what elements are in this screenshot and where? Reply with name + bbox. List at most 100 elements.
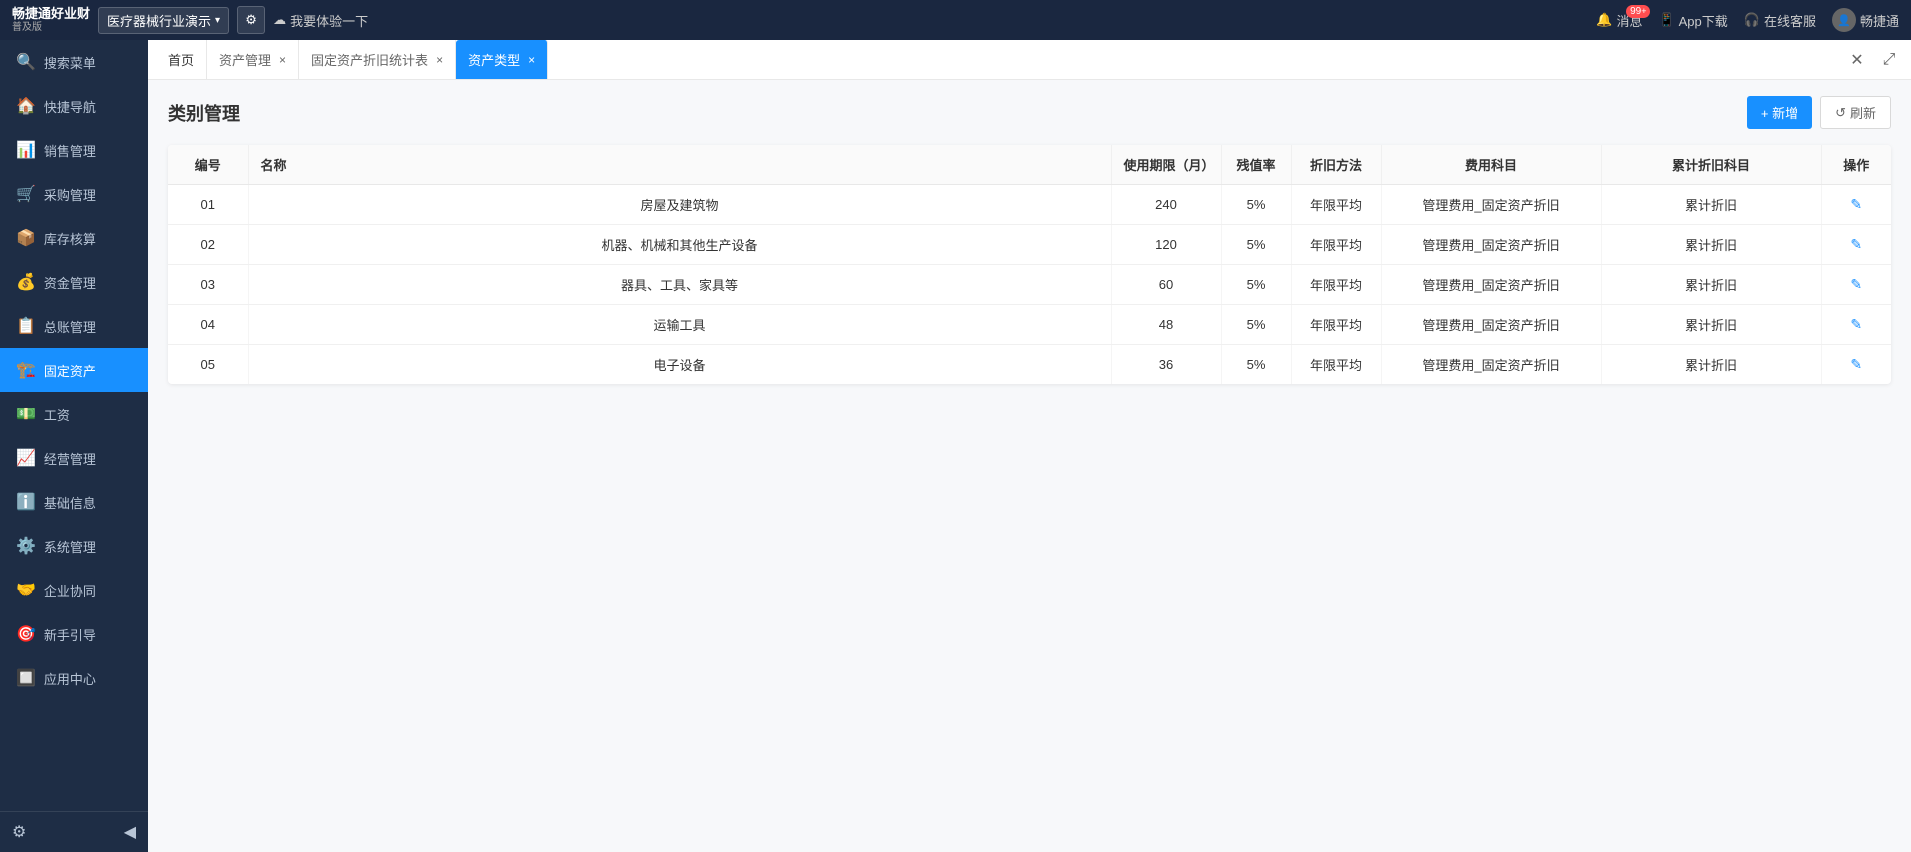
cell-months-2: 60 [1111,265,1221,305]
company-selector[interactable]: 医疗器械行业演示 ▾ [98,7,229,34]
cell-rate-0: 5% [1221,185,1291,225]
user-menu-btn[interactable]: 👤 畅捷通 [1832,8,1899,32]
sidebar-item-quick-nav[interactable]: 🏠 快捷导航 [0,84,148,128]
top-bar-left: 畅捷通好业财 普及版 医疗器械行业演示 ▾ ⚙ ☁ 我要体验一下 [12,6,368,34]
cell-expense-4: 管理费用_固定资产折旧 [1381,345,1601,385]
page-header: 类别管理 + 新增 ↺ 刷新 [168,96,1891,129]
sidebar-item-label: 快捷导航 [44,97,96,116]
customer-service-btn[interactable]: 🎧 在线客服 [1744,11,1816,30]
table-row: 04 运输工具 48 5% 年限平均 管理费用_固定资产折旧 累计折旧 ✎ [168,305,1891,345]
sidebar-item-label: 经营管理 [44,449,96,468]
col-header-method: 折旧方法 [1291,145,1381,185]
chevron-down-icon: ▾ [215,15,220,26]
tab-home-label: 首页 [168,50,194,69]
tab-controls: ✕ ⤢ [1843,46,1903,74]
notifications-btn[interactable]: 🔔 消息 99+ [1596,11,1642,30]
sidebar-item-label: 企业协同 [44,581,96,600]
col-header-action: 操作 [1821,145,1891,185]
tutorial-icon: 🎯 [16,624,36,644]
edit-icon[interactable]: ✎ [1850,196,1862,212]
sidebar-item-sales[interactable]: 📊 销售管理 [0,128,148,172]
cell-action-1[interactable]: ✎ [1821,225,1891,265]
sidebar-item-inventory[interactable]: 📦 库存核算 [0,216,148,260]
cell-action-3[interactable]: ✎ [1821,305,1891,345]
sidebar-item-tutorial[interactable]: 🎯 新手引导 [0,612,148,656]
tab-asset-management[interactable]: 资产管理 × [207,40,299,79]
tab-close-icon[interactable]: × [436,53,443,67]
bell-icon: 🔔 [1596,12,1612,28]
tab-asset-management-label: 资产管理 [219,50,271,69]
refresh-label: 刷新 [1850,103,1876,122]
sidebar-item-operations[interactable]: 📈 经营管理 [0,436,148,480]
brand-name: 畅捷通好业财 [12,6,90,22]
cell-accum-2: 累计折旧 [1601,265,1821,305]
col-header-expense: 费用科目 [1381,145,1601,185]
cell-code-2: 03 [168,265,248,305]
sidebar-item-purchase[interactable]: 🛒 采购管理 [0,172,148,216]
tab-asset-type[interactable]: 资产类型 × [456,40,548,79]
new-button[interactable]: + 新增 [1747,96,1812,129]
edit-icon[interactable]: ✎ [1850,276,1862,292]
cell-rate-2: 5% [1221,265,1291,305]
sidebar-item-ledger[interactable]: 📋 总账管理 [0,304,148,348]
asset-type-table: 编号 名称 使用期限（月） 残值率 折旧方法 费用科目 累计折旧科目 操作 01… [168,145,1891,384]
sidebar-item-label: 基础信息 [44,493,96,512]
gear-icon: ⚙ [245,12,257,28]
tab-close-all-btn[interactable]: ✕ [1843,46,1871,74]
sidebar-item-app-center[interactable]: 🔲 应用中心 [0,656,148,700]
edit-icon[interactable]: ✎ [1850,316,1862,332]
sidebar-item-label: 应用中心 [44,669,96,688]
top-bar-right: 🔔 消息 99+ 📱 App下载 🎧 在线客服 👤 畅捷通 [1596,8,1899,32]
sidebar-bottom: ⚙ ◀ [0,811,148,852]
tab-depreciation-table[interactable]: 固定资产折旧统计表 × [299,40,456,79]
tab-home[interactable]: 首页 [156,40,207,79]
data-table: 编号 名称 使用期限（月） 残值率 折旧方法 费用科目 累计折旧科目 操作 01… [168,145,1891,384]
sidebar-item-label: 销售管理 [44,141,96,160]
cell-code-0: 01 [168,185,248,225]
sidebar-item-search[interactable]: 🔍 搜索菜单 [0,40,148,84]
experience-label: 我要体验一下 [290,11,368,30]
sidebar-item-system[interactable]: ⚙️ 系统管理 [0,524,148,568]
app-download-btn[interactable]: 📱 App下载 [1658,11,1727,30]
cell-code-1: 02 [168,225,248,265]
app-download-label: App下载 [1679,11,1728,30]
cell-action-0[interactable]: ✎ [1821,185,1891,225]
cell-name-4: 电子设备 [248,345,1111,385]
brand-sub: 普及版 [12,22,90,34]
sidebar-item-label: 系统管理 [44,537,96,556]
experience-button[interactable]: ☁ 我要体验一下 [273,11,368,30]
cell-months-3: 48 [1111,305,1221,345]
headset-icon: 🎧 [1744,12,1760,28]
page-content: 类别管理 + 新增 ↺ 刷新 编号 名称 使用期限（月） [148,80,1911,852]
sidebar-item-collaboration[interactable]: 🤝 企业协同 [0,568,148,612]
collapse-icon[interactable]: ◀ [124,822,136,842]
cell-action-2[interactable]: ✎ [1821,265,1891,305]
sidebar-item-base-info[interactable]: ℹ️ 基础信息 [0,480,148,524]
assets-icon: 🏗️ [16,360,36,380]
edit-icon[interactable]: ✎ [1850,356,1862,372]
sidebar-item-label: 资金管理 [44,273,96,292]
sidebar-item-fixed-assets[interactable]: 🏗️ 固定资产 [0,348,148,392]
page-title: 类别管理 [168,100,240,126]
cell-action-4[interactable]: ✎ [1821,345,1891,385]
edit-icon[interactable]: ✎ [1850,236,1862,252]
tab-close-icon[interactable]: × [528,53,535,67]
sidebar-item-payroll[interactable]: 💵 工资 [0,392,148,436]
tab-depreciation-label: 固定资产折旧统计表 [311,50,428,69]
settings-icon-btn[interactable]: ⚙ [237,6,265,34]
cell-rate-3: 5% [1221,305,1291,345]
sidebar-item-finance[interactable]: 💰 资金管理 [0,260,148,304]
col-header-accum: 累计折旧科目 [1601,145,1821,185]
tab-expand-btn[interactable]: ⤢ [1875,46,1903,74]
sidebar-item-label: 搜索菜单 [44,53,96,72]
cell-accum-3: 累计折旧 [1601,305,1821,345]
cell-rate-1: 5% [1221,225,1291,265]
col-header-code: 编号 [168,145,248,185]
refresh-button[interactable]: ↺ 刷新 [1820,96,1891,129]
table-row: 02 机器、机械和其他生产设备 120 5% 年限平均 管理费用_固定资产折旧 … [168,225,1891,265]
cloud-icon: ☁ [273,12,286,28]
settings-bottom-icon[interactable]: ⚙ [12,822,26,842]
cell-months-0: 240 [1111,185,1221,225]
tab-close-icon[interactable]: × [279,53,286,67]
sidebar-item-label: 新手引导 [44,625,96,644]
